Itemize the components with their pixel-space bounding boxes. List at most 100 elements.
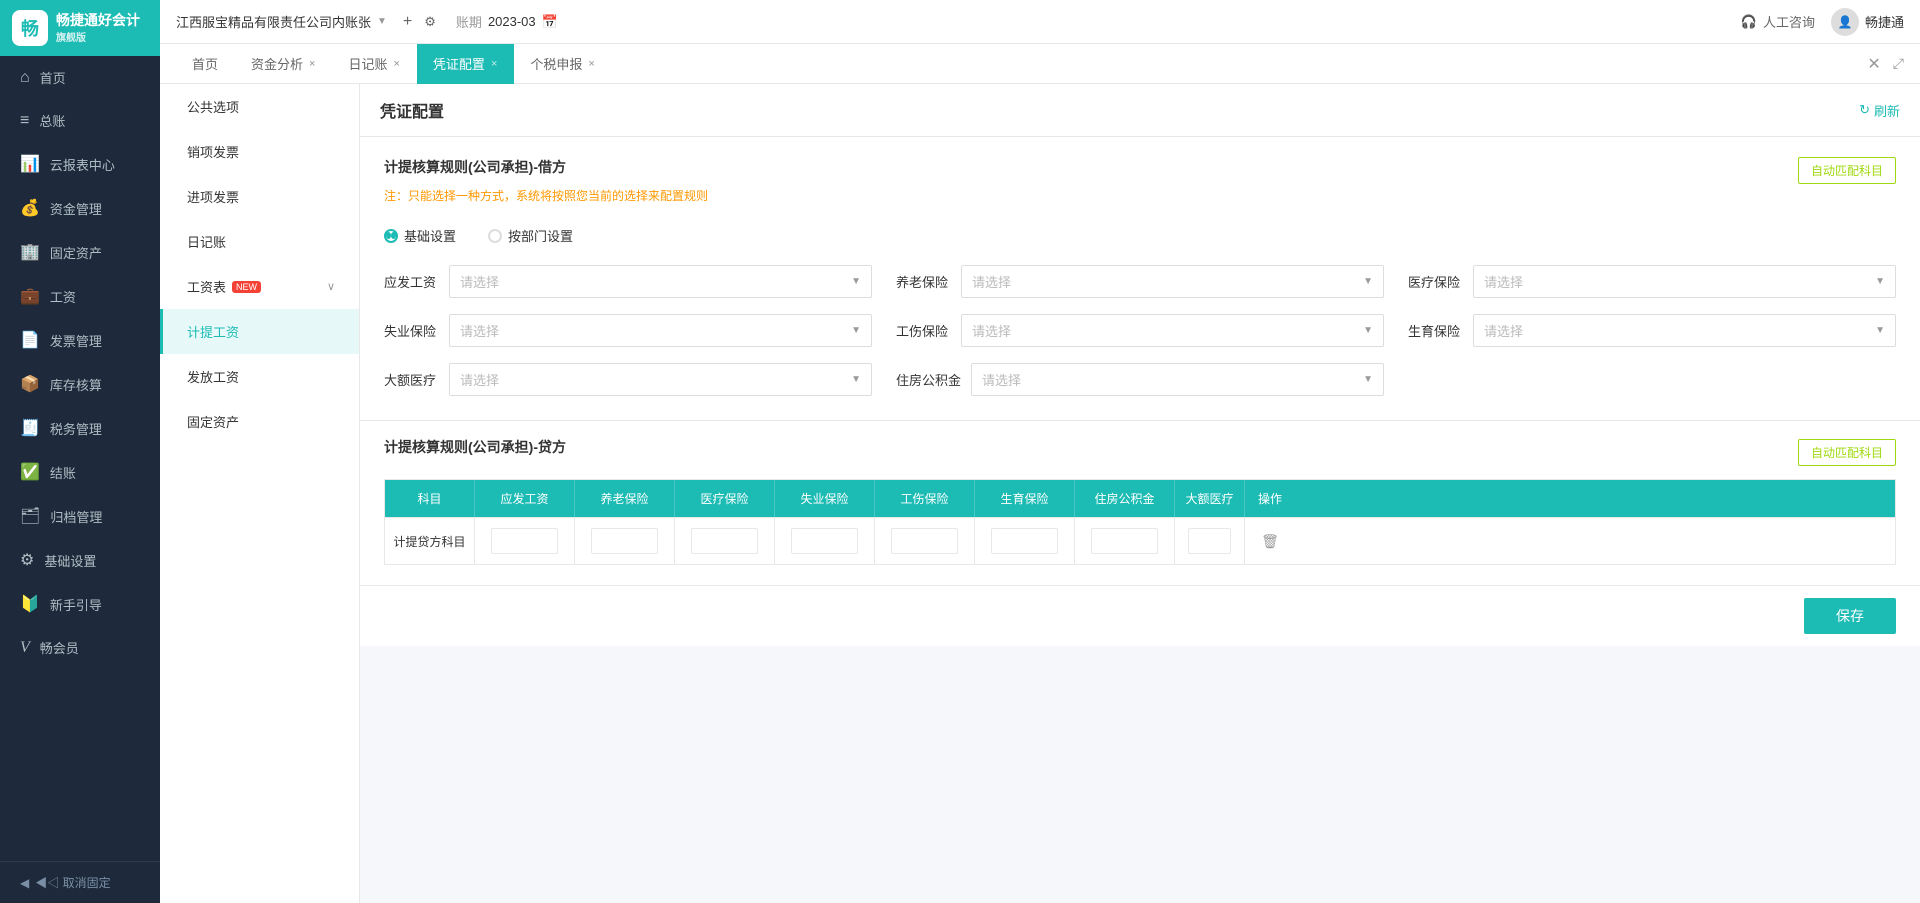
tab-tax-close[interactable]: × [588,58,594,70]
td-yanglao[interactable] [575,518,675,564]
sidebar-item-ledger[interactable]: ≡ 总账 [0,99,160,142]
input-shengyu[interactable] [991,528,1057,554]
close-window-button[interactable]: ✕ [1867,54,1880,74]
nav-purchase[interactable]: 进项发票 [160,174,359,219]
sidebar-item-inventory[interactable]: 📦 库存核算 [0,362,160,406]
sidebar-item-invoice[interactable]: 📄 发票管理 [0,318,160,362]
input-zhufang[interactable] [1091,528,1157,554]
sidebar-item-label: 归档管理 [50,507,102,526]
tab-capital-label: 资金分析 [251,54,303,73]
radio-dept[interactable]: 按部门设置 [488,226,573,245]
section-credit: 计提核算规则(公司承担)-贷方 自动匹配科目 科目 应发工资 养老保险 医疗保险… [360,421,1920,585]
td-shiye[interactable] [775,518,875,564]
auto-match-debit-button[interactable]: 自动匹配科目 [1798,157,1896,184]
th-yiliao: 医疗保险 [675,480,775,517]
input-dae[interactable] [1188,528,1230,554]
avatar: 👤 [1831,8,1859,36]
sidebar-item-label: 首页 [40,68,66,87]
logo-icon: 畅 [12,10,48,46]
input-yanglao[interactable] [591,528,657,554]
sidebar-item-assets[interactable]: 🏢 固定资产 [0,230,160,274]
label-shiye: 失业保险 [384,321,439,340]
td-yiliao[interactable] [675,518,775,564]
nav-fixed-assets[interactable]: 固定资产 [160,399,359,444]
sidebar-item-guide[interactable]: 🔰 新手引导 [0,582,160,626]
select-gongshang[interactable]: 请选择 ▼ [961,314,1384,347]
td-gongshang[interactable] [875,518,975,564]
sidebar-item-reports[interactable]: 📊 云报表中心 [0,142,160,186]
tab-voucher-close[interactable]: × [491,58,497,70]
input-gongshang[interactable] [891,528,957,554]
select-zhufang[interactable]: 请选择 ▼ [971,363,1384,396]
save-button[interactable]: 保存 [1804,598,1896,634]
select-shiye[interactable]: 请选择 ▼ [449,314,872,347]
tab-journal[interactable]: 日记账 × [332,44,416,84]
select-shengyu[interactable]: 请选择 ▼ [1473,314,1896,347]
tab-tax[interactable]: 个税申报 × [514,44,611,84]
sidebar-item-label: 基础设置 [44,551,96,570]
sidebar-item-archive[interactable]: 🗂 归档管理 [0,494,160,538]
page-header: 凭证配置 ↻ 刷新 [360,84,1920,137]
sidebar-footer-collapse[interactable]: ◀ ◀◁ 取消固定 [0,861,160,903]
sidebar-item-member[interactable]: V 畅会员 [0,626,160,669]
td-dae[interactable] [1175,518,1245,564]
tab-capital-close[interactable]: × [309,58,315,70]
td-delete[interactable]: 🗑 [1245,518,1295,564]
sidebar-item-salary[interactable]: 💼 工资 [0,274,160,318]
nav-distribute[interactable]: 发放工资 [160,354,359,399]
select-yingfa[interactable]: 请选择 ▼ [449,265,872,298]
td-shengyu[interactable] [975,518,1075,564]
user-menu[interactable]: 👤 畅捷通 [1831,8,1904,36]
nav-sales[interactable]: 销项发票 [160,129,359,174]
sidebar-item-label: 资金管理 [50,199,102,218]
settings-button[interactable]: ⚙ [424,14,436,30]
radio-group: 基础设置 按部门设置 [384,226,1896,245]
table-header: 科目 应发工资 养老保险 医疗保险 失业保险 工伤保险 生育保险 住房公积金 大… [385,480,1895,517]
radio-basic-circle [384,229,398,243]
sidebar-item-label: 库存核算 [50,375,102,394]
select-yiliao[interactable]: 请选择 ▼ [1473,265,1896,298]
sidebar-item-capital[interactable]: 💰 资金管理 [0,186,160,230]
company-selector[interactable]: 江西服宝精品有限责任公司内账张 ▼ [176,12,387,31]
auto-match-credit-button[interactable]: 自动匹配科目 [1798,439,1896,466]
guide-icon: 🔰 [20,594,40,614]
label-yiliao: 医疗保险 [1408,272,1463,291]
section1-note: 注：只能选择一种方式，系统将按照您当前的选择来配置规则 [384,187,708,204]
nav-salary-table[interactable]: 工资表 NEW ∨ [160,264,359,309]
support-button[interactable]: 🎧 人工咨询 [1741,12,1815,31]
tax-icon: 🧾 [20,418,40,438]
tab-home[interactable]: 首页 [176,44,235,84]
invoice-icon: 📄 [20,330,40,350]
period-selector: 账期 2023-03 📅 [456,12,558,31]
input-yiliao[interactable] [691,528,757,554]
label-shengyu: 生育保险 [1408,321,1463,340]
expand-button[interactable]: ⤢ [1893,55,1904,72]
select-dae[interactable]: 请选择 ▼ [449,363,872,396]
tab-journal-close[interactable]: × [393,58,399,70]
new-badge: NEW [232,281,261,293]
delete-row-button[interactable]: 🗑 [1261,533,1279,550]
td-yingfa[interactable] [475,518,575,564]
input-shiye[interactable] [791,528,857,554]
period-value[interactable]: 2023-03 [488,14,536,29]
headset-icon: 🎧 [1741,14,1757,30]
select-yanglao[interactable]: 请选择 ▼ [961,265,1384,298]
sidebar-item-basic[interactable]: ⚙ 基础设置 [0,538,160,582]
input-yingfa[interactable] [491,528,557,554]
sidebar-item-settle[interactable]: ✅ 结账 [0,450,160,494]
tab-voucher[interactable]: 凭证配置 × [417,44,514,84]
calendar-icon[interactable]: 📅 [542,14,558,30]
label-yingfa: 应发工资 [384,272,439,291]
sidebar-item-label: 固定资产 [50,243,102,262]
sidebar-item-tax[interactable]: 🧾 税务管理 [0,406,160,450]
tab-capital[interactable]: 资金分析 × [235,44,332,84]
nav-journal[interactable]: 日记账 [160,219,359,264]
label-gongshang: 工伤保险 [896,321,951,340]
add-account-button[interactable]: + [403,13,412,31]
nav-payroll[interactable]: 计提工资 [160,309,359,354]
refresh-button[interactable]: ↻ 刷新 [1859,101,1900,120]
nav-public[interactable]: 公共选项 [160,84,359,129]
td-zhufang[interactable] [1075,518,1175,564]
radio-basic[interactable]: 基础设置 [384,226,456,245]
sidebar-item-home[interactable]: ⌂ 首页 [0,56,160,99]
